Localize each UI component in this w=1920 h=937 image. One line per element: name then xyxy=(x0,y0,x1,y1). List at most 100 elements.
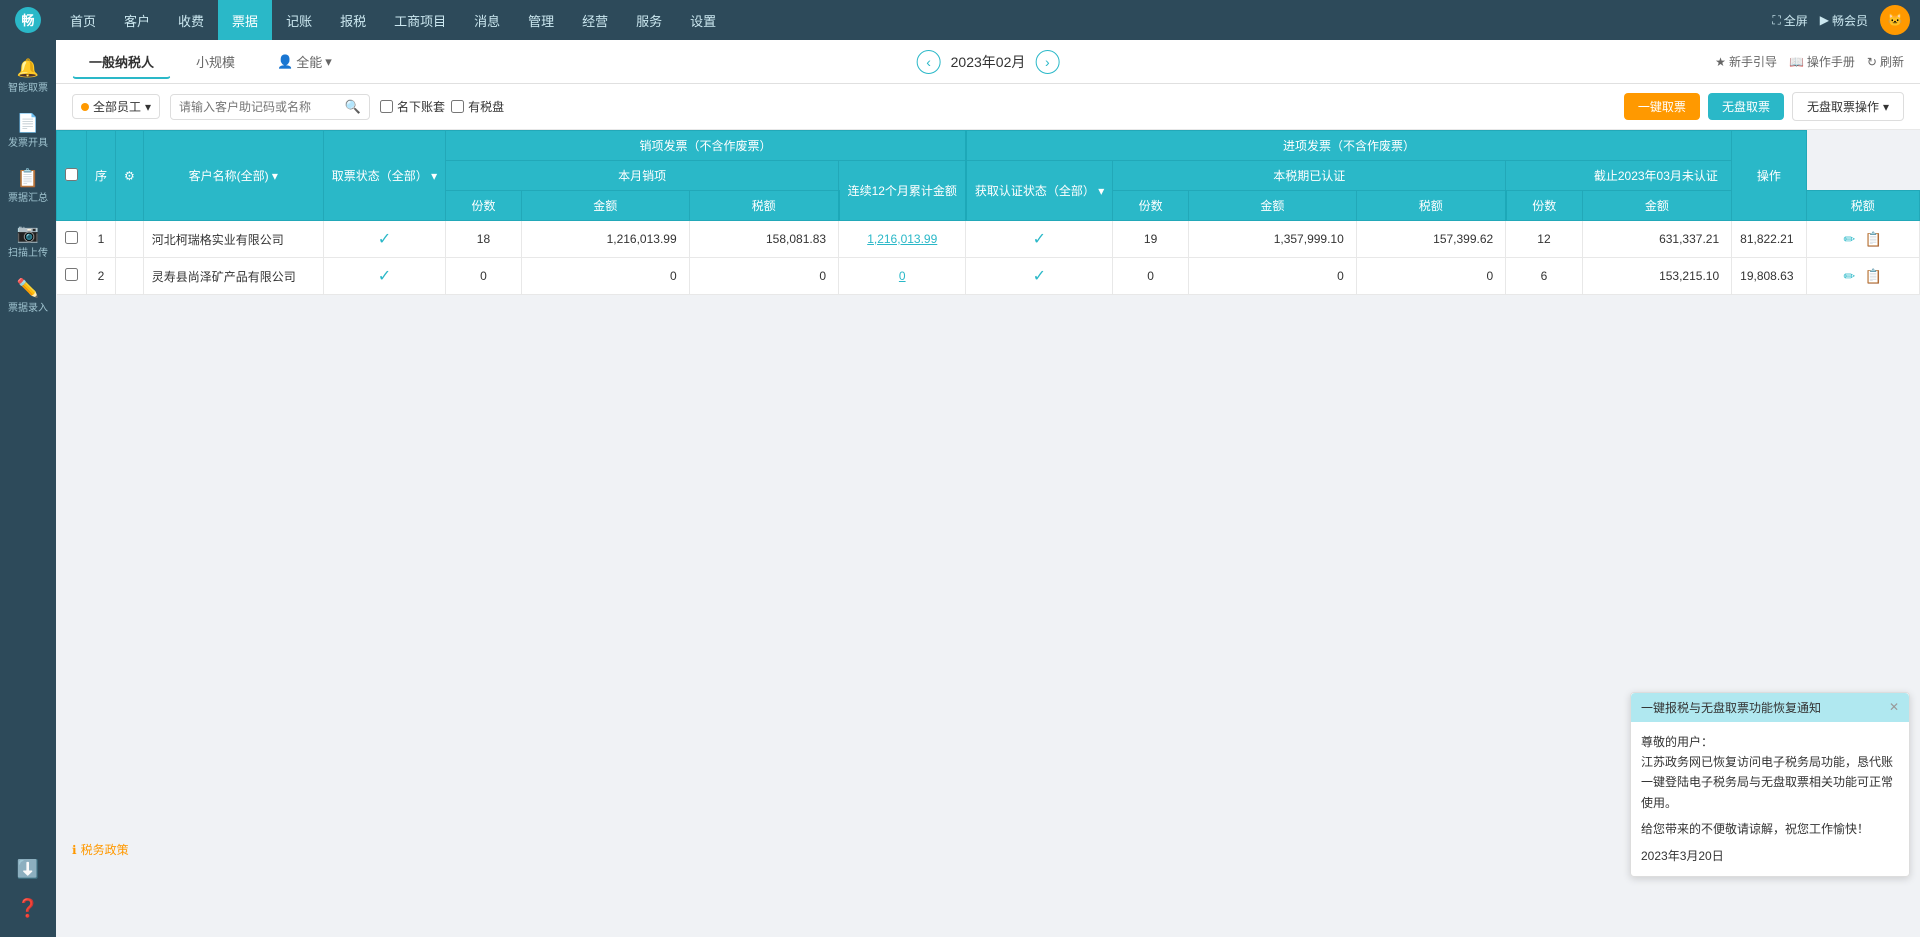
td-tax-p2-1: 81,822.21 xyxy=(1732,221,1806,258)
search-button[interactable]: 🔍 xyxy=(337,95,369,119)
sidebar-item-label-invoice-open: 发票开具 xyxy=(8,138,48,150)
account-checkbox-label[interactable]: 名下账套 xyxy=(380,98,445,115)
sidebar-item-invoice-open[interactable]: 📄 发票开具 xyxy=(3,105,53,158)
tax-disk-checkbox[interactable] xyxy=(451,100,464,113)
td-cert-status-2: ✓ xyxy=(966,258,1113,295)
td-amount-s-1: 1,216,013.99 xyxy=(521,221,689,258)
edit-icon-2[interactable]: ✏ xyxy=(1844,268,1856,284)
td-copies-s-1: 18 xyxy=(446,221,522,258)
refresh-btn[interactable]: ↻ 刷新 xyxy=(1867,53,1904,70)
prev-month-btn[interactable]: ‹ xyxy=(917,50,941,74)
notification-header: 一键报税与无盘取票功能恢复通知 ✕ xyxy=(1631,693,1909,722)
td-action-2: ✏ 📋 xyxy=(1806,258,1919,295)
th-customer[interactable]: 客户名称(全部) ▾ xyxy=(143,131,323,221)
notification-greeting: 尊敬的用户： xyxy=(1641,732,1899,752)
td-cumulative-1[interactable]: 1,216,013.99 xyxy=(839,221,966,258)
td-cancel-status-2: ✓ xyxy=(323,258,445,295)
sidebar-item-scan-upload[interactable]: 📷 扫描上传 xyxy=(3,215,53,268)
notification-date: 2023年3月20日 xyxy=(1641,846,1899,866)
td-settings-1 xyxy=(116,221,144,258)
search-input[interactable] xyxy=(171,96,337,118)
td-cancel-status-1: ✓ xyxy=(323,221,445,258)
no-disk-btn[interactable]: 无盘取票 xyxy=(1708,93,1784,120)
svg-text:畅: 畅 xyxy=(21,13,34,28)
select-all-checkbox[interactable] xyxy=(65,168,78,181)
cert-status-icon-1: ✓ xyxy=(1033,231,1046,248)
nav-message[interactable]: 消息 xyxy=(460,0,514,40)
td-tax-p2-2: 19,808.63 xyxy=(1732,258,1806,295)
nav-bookkeep[interactable]: 记账 xyxy=(272,0,326,40)
nav-billing[interactable]: 收费 xyxy=(164,0,218,40)
th-amount-p2: 金额 xyxy=(1582,191,1731,221)
top-nav: 畅 首页 客户 收费 票据 记账 报税 工商项目 消息 管理 经营 服务 设置 … xyxy=(0,0,1920,40)
detail-icon-1[interactable]: 📋 xyxy=(1865,231,1882,247)
th-amount-s: 金额 xyxy=(521,191,689,221)
sidebar-item-smart-ticket[interactable]: 🔔 智能取票 xyxy=(3,50,53,103)
fullscreen-btn[interactable]: ⛶ 全屏 xyxy=(1772,12,1807,29)
nav-client[interactable]: 客户 xyxy=(110,0,164,40)
account-checkbox-text: 名下账套 xyxy=(397,98,445,115)
cancel-status-icon-1: ✓ xyxy=(378,231,391,248)
detail-icon-2[interactable]: 📋 xyxy=(1865,268,1882,284)
one-key-btn[interactable]: 一键取票 xyxy=(1624,93,1700,120)
edit-icon-1[interactable]: ✏ xyxy=(1844,231,1856,247)
td-copies-p2-1: 12 xyxy=(1506,221,1583,258)
next-month-btn[interactable]: › xyxy=(1035,50,1059,74)
sidebar-item-label-smart-ticket: 智能取票 xyxy=(8,83,48,95)
th-tax-p2: 税额 xyxy=(1806,191,1919,221)
td-checkbox-1[interactable] xyxy=(57,221,87,258)
th-amount-p1: 金额 xyxy=(1188,191,1356,221)
table-row: 1 河北柯瑞格实业有限公司 ✓ 18 1,216,013.99 158,081.… xyxy=(57,221,1920,258)
nav-business[interactable]: 工商项目 xyxy=(380,0,460,40)
tax-disk-checkbox-label[interactable]: 有税盘 xyxy=(451,98,504,115)
tab-general-taxpayer[interactable]: 一般纳税人 xyxy=(72,45,171,79)
sidebar-item-download[interactable]: ⬇️ xyxy=(3,851,53,888)
employee-select[interactable]: 全部员工 ▾ xyxy=(72,94,160,119)
th-cancel-status[interactable]: 取票状态（全部） ▾ xyxy=(323,131,445,221)
notification-body: 尊敬的用户： 江苏政务网已恢复访问电子税务局功能，恳代账一键登陆电子税务局与无盘… xyxy=(1631,722,1909,876)
manual-btn[interactable]: 📖 操作手册 xyxy=(1789,53,1855,70)
avatar[interactable]: 🐱 xyxy=(1880,5,1910,35)
cancel-status-icon-2: ✓ xyxy=(378,268,391,285)
nav-invoice[interactable]: 票据 xyxy=(218,0,272,40)
td-copies-p2-2: 6 xyxy=(1506,258,1583,295)
member-btn[interactable]: ▶ 畅会员 xyxy=(1820,12,1868,29)
th-copies-p1: 份数 xyxy=(1113,191,1189,221)
sidebar-item-invoice-entry[interactable]: ✏️ 票据录入 xyxy=(3,270,53,323)
td-tax-p1-1: 157,399.62 xyxy=(1356,221,1505,258)
account-checkbox[interactable] xyxy=(380,100,393,113)
new-guide-btn[interactable]: ★ 新手引导 xyxy=(1715,53,1777,70)
tab-small-scale[interactable]: 小规模 xyxy=(179,45,252,78)
nav-home[interactable]: 首页 xyxy=(56,0,110,40)
tab-all[interactable]: 👤 全能 ▾ xyxy=(260,45,349,78)
th-cert-status[interactable]: 获取认证状态（全部） ▾ xyxy=(966,161,1113,221)
nav-tax[interactable]: 报税 xyxy=(326,0,380,40)
row1-checkbox[interactable] xyxy=(65,231,78,244)
nav-service[interactable]: 服务 xyxy=(622,0,676,40)
search-box: 🔍 xyxy=(170,94,370,120)
td-amount-p1-1: 1,357,999.10 xyxy=(1188,221,1356,258)
nav-settings[interactable]: 设置 xyxy=(676,0,730,40)
notification-close-btn[interactable]: ✕ xyxy=(1889,700,1899,714)
td-tax-p1-2: 0 xyxy=(1356,258,1505,295)
sidebar-item-help[interactable]: ❓ xyxy=(3,890,53,927)
th-purchase-invoices: 进项发票（不含作废票） xyxy=(966,131,1732,161)
nav-manage[interactable]: 管理 xyxy=(514,0,568,40)
td-copies-s-2: 0 xyxy=(446,258,522,295)
sidebar-item-label-invoice-entry: 票据录入 xyxy=(8,303,48,315)
td-checkbox-2[interactable] xyxy=(57,258,87,295)
info-icon: ℹ xyxy=(72,843,77,857)
nav-operation[interactable]: 经营 xyxy=(568,0,622,40)
td-cert-status-1: ✓ xyxy=(966,221,1113,258)
employee-label: 全部员工 xyxy=(93,98,141,115)
sidebar-item-invoice-summary[interactable]: 📋 票据汇总 xyxy=(3,160,53,213)
row2-checkbox[interactable] xyxy=(65,268,78,281)
notification-closing: 给您带来的不便敬请谅解，祝您工作愉快！ xyxy=(1641,819,1899,839)
td-tax-s-2: 0 xyxy=(689,258,838,295)
td-copies-p1-2: 0 xyxy=(1113,258,1189,295)
td-cumulative-2[interactable]: 0 xyxy=(839,258,966,295)
th-sales-invoices: 销项发票（不含作废票） xyxy=(446,131,966,161)
tax-disk-checkbox-text: 有税盘 xyxy=(468,98,504,115)
no-disk-ops-btn[interactable]: 无盘取票操作 ▾ xyxy=(1792,92,1904,121)
help-icon: ❓ xyxy=(17,898,39,919)
